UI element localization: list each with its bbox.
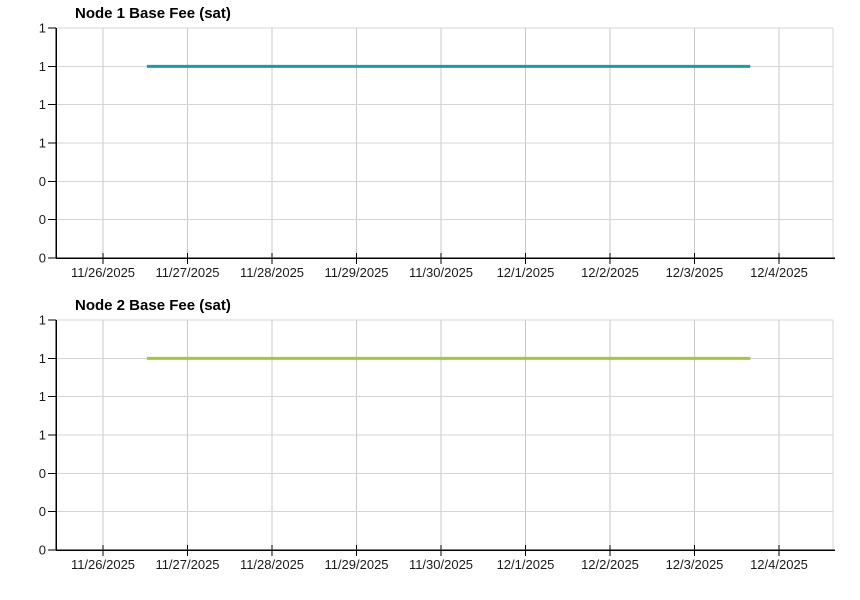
y-axis-tick-label: 1 — [39, 428, 46, 443]
y-axis-tick-label: 1 — [39, 351, 46, 366]
x-axis-tick-label: 12/3/2025 — [666, 557, 724, 572]
x-axis-tick-label: 12/3/2025 — [666, 265, 724, 280]
x-axis-tick-label: 12/4/2025 — [750, 265, 808, 280]
chart-plot-2: 1 1 1 1 0 0 0 11/26/2025 11/27/2025 11/28/2025 11/… — [39, 313, 835, 572]
x-axis-tick-label: 11/26/2025 — [71, 557, 135, 572]
y-axis-tick-label: 1 — [39, 389, 46, 404]
y-axis-tick-label: 1 — [39, 97, 46, 112]
x-axis-tick-label: 11/30/2025 — [409, 557, 473, 572]
y-axis-tick-label: 0 — [39, 251, 46, 266]
charts-page: Node 1 Base Fee (sat) 1 1 1 1 0 0 0 11/26/2025 1… — [0, 0, 860, 600]
x-axis-tick-label: 11/26/2025 — [71, 265, 135, 280]
y-axis-tick-label: 1 — [39, 59, 46, 74]
x-axis-tick-label: 11/30/2025 — [409, 265, 473, 280]
y-axis-tick-label: 0 — [39, 466, 46, 481]
chart-plot-1: 1 1 1 1 0 0 0 11/26/2025 11/27/2025 11/28/2025 11/… — [39, 21, 835, 280]
y-axis-tick-label: 0 — [39, 174, 46, 189]
x-axis-tick-label: 12/2/2025 — [581, 557, 639, 572]
y-axis-tick-label: 0 — [39, 504, 46, 519]
node-1-base-fee-chart: Node 1 Base Fee (sat) 1 1 1 1 0 0 0 11/26/2025 1… — [0, 0, 860, 292]
y-axis-tick-label: 0 — [39, 212, 46, 227]
x-axis-tick-label: 12/1/2025 — [497, 265, 555, 280]
x-axis-tick-label: 11/28/2025 — [240, 557, 304, 572]
node-2-base-fee-chart: Node 2 Base Fee (sat) 1 1 1 1 0 0 0 11/26/2025 1… — [0, 292, 860, 584]
y-axis-tick-label: 1 — [39, 313, 46, 328]
y-axis-tick-label: 0 — [39, 543, 46, 558]
x-axis-tick-label: 12/1/2025 — [497, 557, 555, 572]
x-axis-tick-label: 11/27/2025 — [155, 557, 219, 572]
x-axis-tick-label: 11/29/2025 — [324, 557, 388, 572]
x-axis-tick-label: 11/27/2025 — [155, 265, 219, 280]
y-axis-tick-label: 1 — [39, 136, 46, 151]
y-axis-tick-label: 1 — [39, 21, 46, 36]
x-axis-tick-label: 12/4/2025 — [750, 557, 808, 572]
x-axis-tick-label: 11/28/2025 — [240, 265, 304, 280]
x-axis-tick-label: 12/2/2025 — [581, 265, 639, 280]
x-axis-tick-label: 11/29/2025 — [324, 265, 388, 280]
